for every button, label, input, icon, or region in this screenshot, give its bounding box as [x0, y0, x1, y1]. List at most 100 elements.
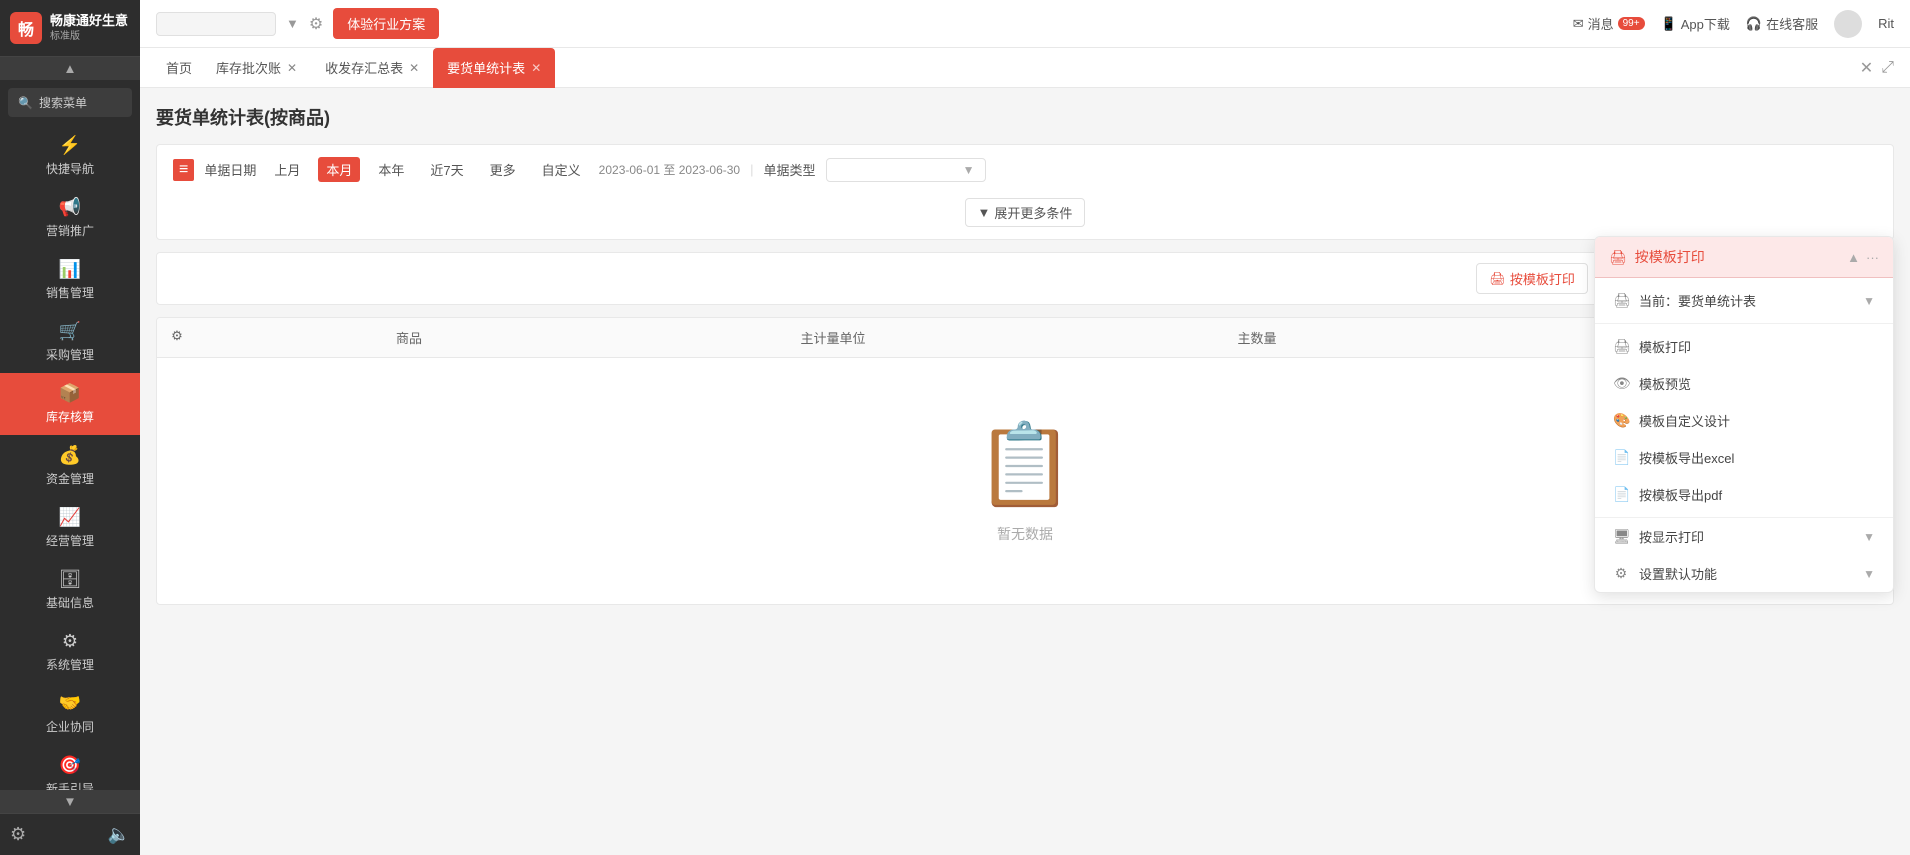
dropdown-display-print[interactable]: 🖥 按显示打印 ▼ [1595, 518, 1893, 555]
sidebar-item-marketing[interactable]: 📢 营销推广 [0, 187, 140, 249]
topbar-search-input[interactable] [156, 12, 276, 36]
display-print-icon: 🖥 [1613, 528, 1629, 545]
sidebar-item-inventory[interactable]: 📦 库存核算 [0, 373, 140, 435]
expand-more-btn[interactable]: ▼ 展开更多条件 [965, 198, 1086, 227]
download-icon: 📱 [1661, 16, 1677, 32]
sidebar-item-shortcut[interactable]: ⚡ 快捷导航 [0, 125, 140, 187]
topbar-chevron-icon[interactable]: ▼ [286, 16, 299, 31]
tab-order-summary[interactable]: 要货单统计表 ✕ [433, 48, 555, 88]
settings-bottom-icon[interactable]: ⚙ [10, 824, 26, 845]
dropdown-item-export-pdf[interactable]: 📄 按模板导出pdf [1595, 476, 1893, 513]
date-btn-week7[interactable]: 近7天 [422, 157, 471, 182]
dropdown-item-template-design[interactable]: 🎨 模板自定义设计 [1595, 402, 1893, 439]
sidebar-search-area: 🔍 搜索菜单 [0, 80, 140, 125]
dropdown-item-template-print[interactable]: 🖨 模板打印 [1595, 328, 1893, 365]
page-title: 要货单统计表(按商品) [156, 104, 1894, 130]
topbar-gear-icon[interactable]: ⚙ [309, 14, 323, 34]
order-type-select[interactable]: ▼ [826, 158, 986, 182]
tab-home[interactable]: 首页 [156, 58, 202, 77]
topbar-right: ✉ 消息 99+ 📱 App下载 🎧 在线客服 Rit [1573, 10, 1894, 38]
sales-icon: 📊 [59, 259, 81, 280]
default-func-icon: ⚙ [1613, 565, 1629, 582]
dropdown-default-func[interactable]: ⚙ 设置默认功能 ▼ [1595, 555, 1893, 592]
close-all-tabs-icon[interactable]: ✕ [1860, 58, 1873, 78]
sidebar-item-basics[interactable]: 🗄 基础信息 [0, 559, 140, 621]
th-unit: 主计量单位 [621, 328, 1045, 347]
print-btn[interactable]: 🖨 按模板打印 [1476, 263, 1588, 294]
sidebar-bottom: ⚙ 🔈 [0, 813, 140, 855]
date-btn-more[interactable]: 更多 [482, 157, 524, 182]
basics-icon: 🗄 [59, 569, 82, 590]
print-header-icon: 🖨 [1609, 249, 1627, 266]
finance-icon: 💰 [59, 445, 81, 466]
dropdown-header-right: ▲ ··· [1847, 250, 1879, 265]
sidebar-item-purchase[interactable]: 🛒 采购管理 [0, 311, 140, 373]
filter-row: ≡ 单据日期 上月 本月 本年 近7天 更多 自定义 2023-06-01 至 … [173, 157, 1877, 182]
sidebar-item-finance[interactable]: 💰 资金管理 [0, 435, 140, 497]
logo-icon: 畅 [10, 12, 42, 44]
marketing-icon: 📢 [59, 197, 81, 218]
date-btn-prev[interactable]: 上月 [266, 157, 308, 182]
filter-separator: | [750, 162, 753, 177]
th-product: 商品 [197, 328, 621, 347]
sidebar: 畅 畅康通好生意 标准版 ▲ 🔍 搜索菜单 ⚡ 快捷导航 📢 营销推广 📊 销售… [0, 0, 140, 855]
dropdown-more-icon[interactable]: ··· [1866, 250, 1879, 265]
sidebar-item-operations[interactable]: 📈 经营管理 [0, 497, 140, 559]
close-order-summary-icon[interactable]: ✕ [531, 61, 541, 75]
order-type-label: 单据类型 [764, 160, 816, 179]
search-menu-button[interactable]: 🔍 搜索菜单 [8, 88, 132, 117]
sidebar-nav: ⚡ 快捷导航 📢 营销推广 📊 销售管理 🛒 采购管理 📦 库存核算 💰 资金管… [0, 125, 140, 790]
sidebar-scroll-up[interactable]: ▲ [0, 57, 140, 80]
tabs-bar-right: ✕ ⤢ [1860, 58, 1894, 78]
date-range-text: 2023-06-01 至 2023-06-30 [599, 161, 740, 178]
app-download-btn[interactable]: 📱 App下载 [1661, 14, 1730, 33]
sidebar-item-system[interactable]: ⚙ 系统管理 [0, 621, 140, 683]
sidebar-item-sales[interactable]: 📊 销售管理 [0, 249, 140, 311]
sidebar-scroll-down[interactable]: ▼ [0, 790, 140, 813]
operations-icon: 📈 [59, 507, 81, 528]
dropdown-up-icon[interactable]: ▲ [1847, 250, 1860, 265]
purchase-icon: 🛒 [59, 321, 81, 342]
dropdown-item-export-excel[interactable]: 📄 按模板导出excel [1595, 439, 1893, 476]
sidebar-item-collab[interactable]: 🤝 企业协同 [0, 683, 140, 745]
th-settings[interactable]: ⚙ [157, 328, 197, 347]
date-label: 单据日期 [204, 160, 256, 179]
template-print-icon: 🖨 [1613, 338, 1629, 355]
date-btn-custom[interactable]: 自定义 [534, 157, 589, 182]
sidebar-item-newbie[interactable]: 🎯 新手引导 [0, 745, 140, 790]
page-area: 要货单统计表(按商品) ≡ 单据日期 上月 本月 本年 近7天 更多 自定义 2… [140, 88, 1910, 855]
close-collection-summary-icon[interactable]: ✕ [409, 61, 419, 75]
th-quantity: 主数量 [1045, 328, 1469, 347]
maximize-icon[interactable]: ⤢ [1881, 59, 1894, 77]
close-batch-ledger-icon[interactable]: ✕ [287, 61, 297, 75]
user-avatar[interactable] [1834, 10, 1862, 38]
export-pdf-icon: 📄 [1613, 486, 1629, 503]
message-badge: 99+ [1618, 17, 1645, 30]
message-btn[interactable]: ✉ 消息 99+ [1573, 14, 1645, 33]
dropdown-current-template[interactable]: 🖨 当前：要货单统计表 ▼ [1595, 282, 1893, 319]
date-btn-current[interactable]: 本月 [318, 157, 360, 182]
display-print-chevron: ▼ [1863, 530, 1875, 544]
expand-more-icon: ▼ [978, 205, 991, 220]
current-chevron-icon: ▼ [1863, 294, 1875, 308]
dropdown-header: 🖨 按模板打印 ▲ ··· [1595, 237, 1893, 278]
dropdown-item-template-preview[interactable]: 👁 模板预览 [1595, 365, 1893, 402]
audio-icon[interactable]: 🔈 [108, 824, 130, 845]
topbar-left: ▼ ⚙ 体验行业方案 [156, 8, 439, 39]
service-icon: 🎧 [1746, 16, 1762, 32]
tab-collection-summary[interactable]: 收发存汇总表 ✕ [311, 48, 433, 88]
export-excel-icon: 📄 [1613, 449, 1629, 466]
industry-btn[interactable]: 体验行业方案 [333, 8, 439, 39]
template-design-icon: 🎨 [1613, 412, 1629, 429]
date-btn-year[interactable]: 本年 [370, 157, 412, 182]
dropdown-section-current: 🖨 当前：要货单统计表 ▼ [1595, 278, 1893, 323]
customer-service-btn[interactable]: 🎧 在线客服 [1746, 14, 1818, 33]
newbie-icon: 🎯 [59, 755, 81, 776]
dropdown-header-left: 🖨 按模板打印 [1609, 247, 1705, 267]
app-logo: 畅 畅康通好生意 标准版 [0, 0, 140, 57]
order-type-arrow-icon: ▼ [963, 163, 975, 177]
filter-expand-btn[interactable]: ≡ [173, 159, 194, 181]
message-icon: ✉ [1573, 16, 1584, 32]
tab-batch-ledger[interactable]: 库存批次账 ✕ [202, 48, 311, 88]
dropdown-panel: 🖨 按模板打印 ▲ ··· 🖨 当前：要货单统计表 ▼ [1594, 236, 1894, 593]
